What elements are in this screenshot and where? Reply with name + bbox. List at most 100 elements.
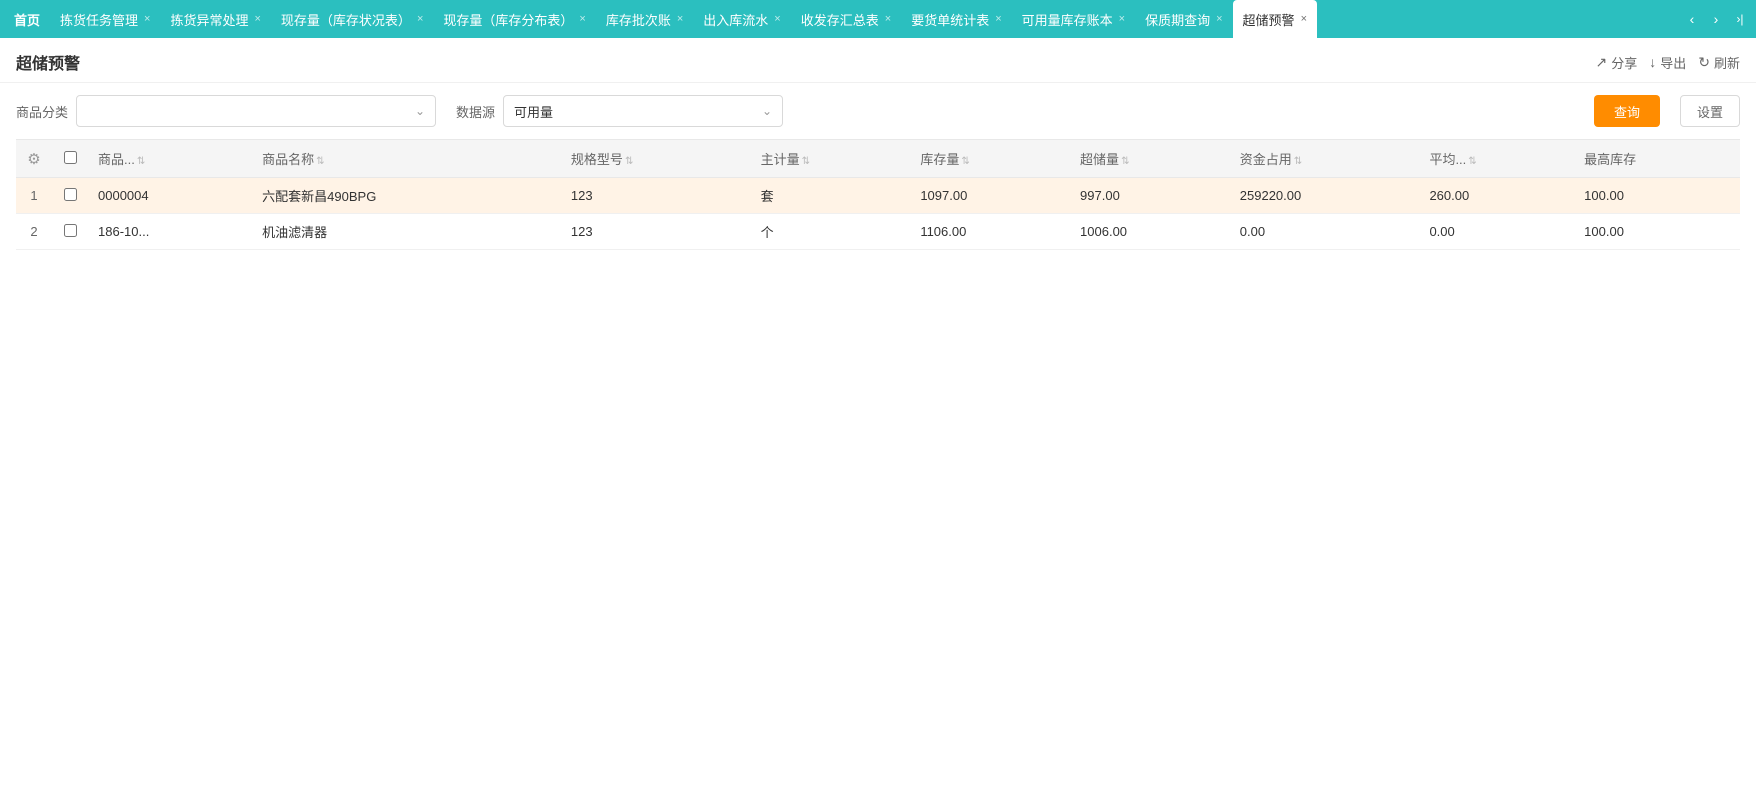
row-checkbox[interactable] (64, 188, 77, 201)
col-avg[interactable]: 平均...⇅ (1419, 140, 1574, 178)
col-gear: ⚙ (16, 140, 52, 178)
nav-tab------[interactable]: 出入库流水 × (693, 0, 790, 38)
tab-close-icon[interactable]: × (885, 13, 891, 25)
settings-icon[interactable]: ⚙ (27, 151, 40, 168)
tab-close-icon[interactable]: × (995, 13, 1001, 25)
nav-tab-----------[interactable]: 现存量（库存分布表） × (433, 0, 595, 38)
nav-tab-label: 现存量（库存状况表） (281, 10, 411, 29)
header-actions: ↗ 分享 ↓ 导出 ↻ 刷新 (1595, 53, 1740, 72)
nav-tab-------[interactable]: 收发存汇总表× (791, 0, 901, 38)
row-num: 1 (16, 178, 52, 214)
nav-tab-label: 出入库流水 (703, 10, 768, 29)
top-nav: 首页 拣货任务管理×拣货异常处理×现存量（库存状况表）×现存量（库存分布表）×库… (0, 0, 1756, 38)
datasource-filter-group: 数据源 可用量 ⌄ (456, 95, 783, 127)
tab-close-icon[interactable]: × (774, 13, 780, 25)
tab-close-icon[interactable]: × (1119, 13, 1125, 25)
nav-tab-label: 保质期查询 (1145, 10, 1210, 29)
tab-close-icon[interactable]: × (144, 13, 150, 25)
row-max: 100.00 (1574, 214, 1740, 250)
nav-tab-------[interactable]: 要货单统计表 × (901, 0, 1011, 38)
row-unit: 个 (751, 214, 911, 250)
col-max[interactable]: 最高库存 (1574, 140, 1740, 178)
nav-tab-------[interactable]: 拣货异常处理 × (160, 0, 270, 38)
tab-close-icon[interactable]: × (254, 13, 260, 25)
tab-close-icon[interactable]: × (579, 13, 585, 25)
table-header-row: ⚙ 商品...⇅ 商品名称⇅ 规格型号⇅ 主计量⇅ 库存量⇅ 超储量⇅ 资金占用… (16, 140, 1740, 178)
nav-tab------[interactable]: 保质期查询 × (1135, 0, 1232, 38)
row-checkbox-cell[interactable] (52, 178, 88, 214)
datasource-chevron-icon: ⌄ (762, 104, 772, 118)
nav-tab--------[interactable]: 可用量库存账本 × (1012, 0, 1135, 38)
row-capital: 259220.00 (1230, 178, 1420, 214)
nav-tab-label: 可用量库存账本 (1022, 10, 1113, 29)
row-over: 1006.00 (1070, 214, 1230, 250)
col-over[interactable]: 超储量⇅ (1070, 140, 1230, 178)
nav-tab-label: 要货单统计表 (911, 10, 989, 29)
tab-close-icon[interactable]: × (1301, 13, 1307, 25)
page-header: 超储预警 ↗ 分享 ↓ 导出 ↻ 刷新 (0, 38, 1756, 83)
category-select[interactable]: ⌄ (76, 95, 436, 127)
nav-tab-label: 拣货异常处理 (170, 10, 248, 29)
refresh-button[interactable]: ↻ 刷新 (1698, 53, 1740, 72)
row-max: 100.00 (1574, 178, 1740, 214)
export-icon: ↓ (1649, 54, 1656, 70)
row-over: 997.00 (1070, 178, 1230, 214)
nav-tab-----[interactable]: 超储预警 × (1233, 0, 1317, 38)
datasource-value: 可用量 (514, 102, 553, 121)
datasource-label: 数据源 (456, 102, 495, 121)
nav-arrow-right[interactable]: › (1704, 0, 1728, 38)
nav-tab-----------[interactable]: 现存量（库存状况表） × (271, 0, 433, 38)
datasource-select[interactable]: 可用量 ⌄ (503, 95, 783, 127)
nav-arrows: ‹ › ›| (1680, 0, 1752, 38)
row-code: 186-10... (88, 214, 252, 250)
tab-close-icon[interactable]: × (417, 13, 423, 25)
category-chevron-icon: ⌄ (415, 104, 425, 118)
row-checkbox-cell[interactable] (52, 214, 88, 250)
share-button[interactable]: ↗ 分享 (1595, 53, 1637, 72)
col-capital[interactable]: 资金占用⇅ (1230, 140, 1420, 178)
col-stock[interactable]: 库存量⇅ (910, 140, 1070, 178)
nav-tab-------[interactable]: 拣货任务管理 × (50, 0, 160, 38)
row-spec: 123 (561, 178, 751, 214)
nav-tab------[interactable]: 库存批次账 × (596, 0, 693, 38)
nav-tab-label: 拣货任务管理 (60, 10, 138, 29)
col-code[interactable]: 商品...⇅ (88, 140, 252, 178)
row-name: 六配套新昌490BPG (252, 178, 561, 214)
nav-arrow-end[interactable]: ›| (1728, 0, 1752, 38)
query-button[interactable]: 查询 (1594, 95, 1660, 127)
data-table: ⚙ 商品...⇅ 商品名称⇅ 规格型号⇅ 主计量⇅ 库存量⇅ 超储量⇅ 资金占用… (16, 139, 1740, 250)
row-stock: 1106.00 (910, 214, 1070, 250)
page-title: 超储预警 (16, 50, 80, 74)
nav-tab-label: 库存批次账 (606, 10, 671, 29)
row-avg: 260.00 (1419, 178, 1574, 214)
category-label: 商品分类 (16, 102, 68, 121)
col-spec[interactable]: 规格型号⇅ (561, 140, 751, 178)
category-filter-group: 商品分类 ⌄ (16, 95, 436, 127)
col-checkbox-all[interactable] (52, 140, 88, 178)
nav-home[interactable]: 首页 (4, 0, 50, 38)
share-icon: ↗ (1595, 54, 1607, 71)
row-spec: 123 (561, 214, 751, 250)
export-button[interactable]: ↓ 导出 (1649, 53, 1686, 72)
tab-close-icon[interactable]: × (1216, 13, 1222, 25)
nav-arrow-left[interactable]: ‹ (1680, 0, 1704, 38)
tab-close-icon[interactable]: × (677, 13, 683, 25)
refresh-icon: ↻ (1698, 54, 1710, 71)
select-all-checkbox[interactable] (64, 151, 77, 164)
row-unit: 套 (751, 178, 911, 214)
row-num: 2 (16, 214, 52, 250)
table-row: 1 0000004 六配套新昌490BPG 123 套 1097.00 997.… (16, 178, 1740, 214)
nav-tab-label: 现存量（库存分布表） (443, 10, 573, 29)
row-name: 机油滤清器 (252, 214, 561, 250)
col-unit[interactable]: 主计量⇅ (751, 140, 911, 178)
row-capital: 0.00 (1230, 214, 1420, 250)
row-code: 0000004 (88, 178, 252, 214)
table-row: 2 186-10... 机油滤清器 123 个 1106.00 1006.00 … (16, 214, 1740, 250)
row-checkbox[interactable] (64, 224, 77, 237)
set-button[interactable]: 设置 (1680, 95, 1740, 127)
row-stock: 1097.00 (910, 178, 1070, 214)
table-container: ⚙ 商品...⇅ 商品名称⇅ 规格型号⇅ 主计量⇅ 库存量⇅ 超储量⇅ 资金占用… (0, 139, 1756, 250)
filter-bar: 商品分类 ⌄ 数据源 可用量 ⌄ 查询 设置 (0, 83, 1756, 139)
nav-tab-label: 超储预警 (1243, 10, 1295, 29)
col-name[interactable]: 商品名称⇅ (252, 140, 561, 178)
